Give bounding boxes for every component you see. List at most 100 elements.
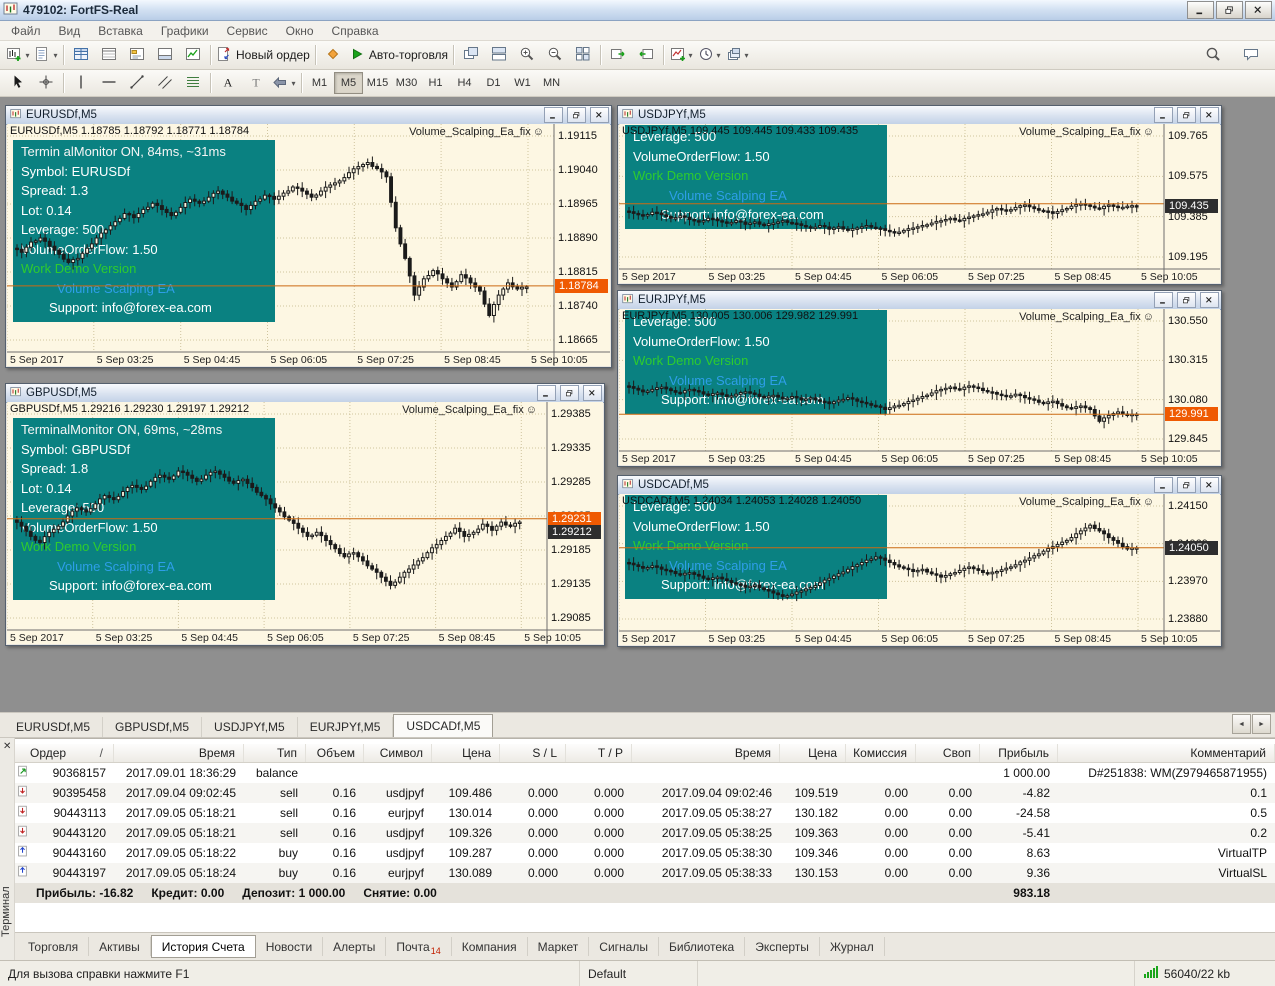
fibonacci-retracement-button[interactable] [179,72,207,94]
terminal-tab-почта[interactable]: Почта 14 [386,937,452,956]
chevron-down-icon[interactable]: ▾ [291,79,295,88]
time-scale-label[interactable]: 5 Sep 2017 [622,633,676,645]
strategy-tester-button[interactable] [179,44,207,66]
time-scale-label[interactable]: 5 Sep 04:45 [181,632,238,644]
chevron-down-icon[interactable]: ▾ [745,51,749,60]
timeframe-m30-button[interactable]: M30 [392,72,421,94]
trend-line-button[interactable] [123,72,151,94]
price-scale-label[interactable]: 1.29335 [551,442,591,454]
navigator-button[interactable] [123,44,151,66]
price-scale-label[interactable]: 1.18815 [558,266,598,278]
indicators-button[interactable]: ▾ [667,44,695,66]
vertical-line-button[interactable] [67,72,95,94]
time-scale-label[interactable]: 5 Sep 10:05 [524,632,581,644]
tile-horizontal-button[interactable] [485,44,513,66]
tile-windows-button[interactable] [569,44,597,66]
price-scale-label[interactable]: 130.315 [1168,354,1208,366]
column-header-3[interactable]: Тип [244,744,306,762]
chart-close-button[interactable] [1200,477,1219,493]
chart-titlebar-gbpusdf[interactable]: GBPUSDf,M5 [6,384,604,403]
menu-item-4[interactable]: Графики [152,21,218,41]
terminal-tab-маркет[interactable]: Маркет [528,937,590,956]
menu-item-1[interactable]: Файл [2,21,50,41]
periods-button[interactable]: ▾ [695,44,723,66]
timeframe-m15-button[interactable]: M15 [363,72,392,94]
column-header-12[interactable]: Своп [916,744,980,762]
column-header-8[interactable]: T / P [566,744,632,762]
price-scale-label[interactable]: 130.080 [1168,394,1208,406]
column-header-11[interactable]: Комиссия [846,744,916,762]
terminal-tab-сигналы[interactable]: Сигналы [589,937,659,956]
timeframe-h1-button[interactable]: H1 [421,72,450,94]
chart-tab-eurusdf[interactable]: EURUSDf,M5 [4,717,104,737]
chart-minimize-button[interactable] [537,385,556,401]
column-header-1[interactable]: Ордер / [14,744,114,762]
time-scale-label[interactable]: 5 Sep 07:25 [968,271,1025,283]
expert-advisors-button[interactable] [319,44,347,66]
price-scale-label[interactable]: 1.18740 [558,300,598,312]
cursor-button[interactable] [4,72,32,94]
timeframe-m1-button[interactable]: M1 [305,72,334,94]
chart-restore-button[interactable] [1177,292,1196,308]
time-scale-label[interactable]: 5 Sep 07:25 [357,354,414,366]
zoom-in-button[interactable] [513,44,541,66]
horizontal-line-button[interactable] [95,72,123,94]
templates-button[interactable]: ▾ [723,44,751,66]
restore-button[interactable] [1216,1,1243,19]
arrows-button[interactable]: ▾ [270,72,298,94]
status-profile[interactable]: Default [580,961,698,986]
chart-restore-button[interactable] [560,385,579,401]
time-scale-label[interactable]: 5 Sep 07:25 [353,632,410,644]
chart-plot-area-usdjpyf[interactable]: Leverage: 500 VolumeOrderFlow: 1.50 Work D… [619,124,1220,283]
data-window-button[interactable] [95,44,123,66]
community-chat-button[interactable] [1237,44,1265,66]
time-scale-label[interactable]: 5 Sep 06:05 [271,354,328,366]
history-row-90443197[interactable]: 90443197 2017.09.05 05:18:24 buy 0.16 eurjpy… [14,863,1275,883]
column-header-14[interactable]: Комментарий [1058,744,1275,762]
time-scale-label[interactable]: 5 Sep 07:25 [968,453,1025,465]
column-header-6[interactable]: Цена [432,744,500,762]
time-scale-label[interactable]: 5 Sep 07:25 [968,633,1025,645]
chart-close-button[interactable] [583,385,602,401]
terminal-tab-компания[interactable]: Компания [452,937,528,956]
time-scale-label[interactable]: 5 Sep 03:25 [96,632,153,644]
column-header-9[interactable]: Время [632,744,780,762]
column-header-5[interactable]: Символ [364,744,432,762]
chart-tab-gbpusdf[interactable]: GBPUSDf,M5 [103,717,203,737]
time-scale-label[interactable]: 5 Sep 04:45 [184,354,241,366]
price-scale-label[interactable]: 1.29385 [551,408,591,420]
time-scale-label[interactable]: 5 Sep 08:45 [1055,271,1112,283]
chevron-down-icon[interactable]: ▾ [717,51,721,60]
menu-item-7[interactable]: Справка [323,21,388,41]
chart-titlebar-eurjpyf[interactable]: EURJPYf,M5 [618,291,1221,310]
time-scale-label[interactable]: 5 Sep 04:45 [795,453,852,465]
chart-titlebar-usdcadf[interactable]: USDCADf,M5 [618,476,1221,495]
column-header-4[interactable]: Объем [306,744,364,762]
time-scale-label[interactable]: 5 Sep 03:25 [709,633,766,645]
history-row-90443160[interactable]: 90443160 2017.09.05 05:18:22 buy 0.16 usdjpy… [14,843,1275,863]
price-scale-label[interactable]: 1.29185 [551,544,591,556]
time-scale-label[interactable]: 5 Sep 10:05 [531,354,588,366]
time-scale-label[interactable]: 5 Sep 2017 [622,271,676,283]
chart-close-button[interactable] [1200,292,1219,308]
chart-minimize-button[interactable] [1154,477,1173,493]
text-button[interactable]: A [214,72,242,94]
timeframe-h4-button[interactable]: H4 [450,72,479,94]
new-chart-button[interactable]: ▾ [4,44,32,66]
terminal-tab-активы[interactable]: Активы [89,937,151,956]
price-scale-label[interactable]: 1.29135 [551,578,591,590]
price-scale-label[interactable]: 1.18665 [558,334,598,346]
timeframe-w1-button[interactable]: W1 [508,72,537,94]
terminal-button[interactable] [151,44,179,66]
column-header-2[interactable]: Время [114,744,244,762]
terminal-tab-эксперты[interactable]: Эксперты [745,937,820,956]
price-scale-label[interactable]: 1.29085 [551,612,591,624]
minimize-button[interactable] [1187,1,1214,19]
time-scale-label[interactable]: 5 Sep 08:45 [439,632,496,644]
column-header-10[interactable]: Цена [780,744,846,762]
timeframe-m5-button[interactable]: M5 [334,72,363,94]
autotrade-button[interactable]: Авто-торговля [347,44,450,66]
profiles-button[interactable]: ▾ [32,44,60,66]
price-scale-label[interactable]: 129.845 [1168,433,1208,445]
time-scale-label[interactable]: 5 Sep 04:45 [795,271,852,283]
